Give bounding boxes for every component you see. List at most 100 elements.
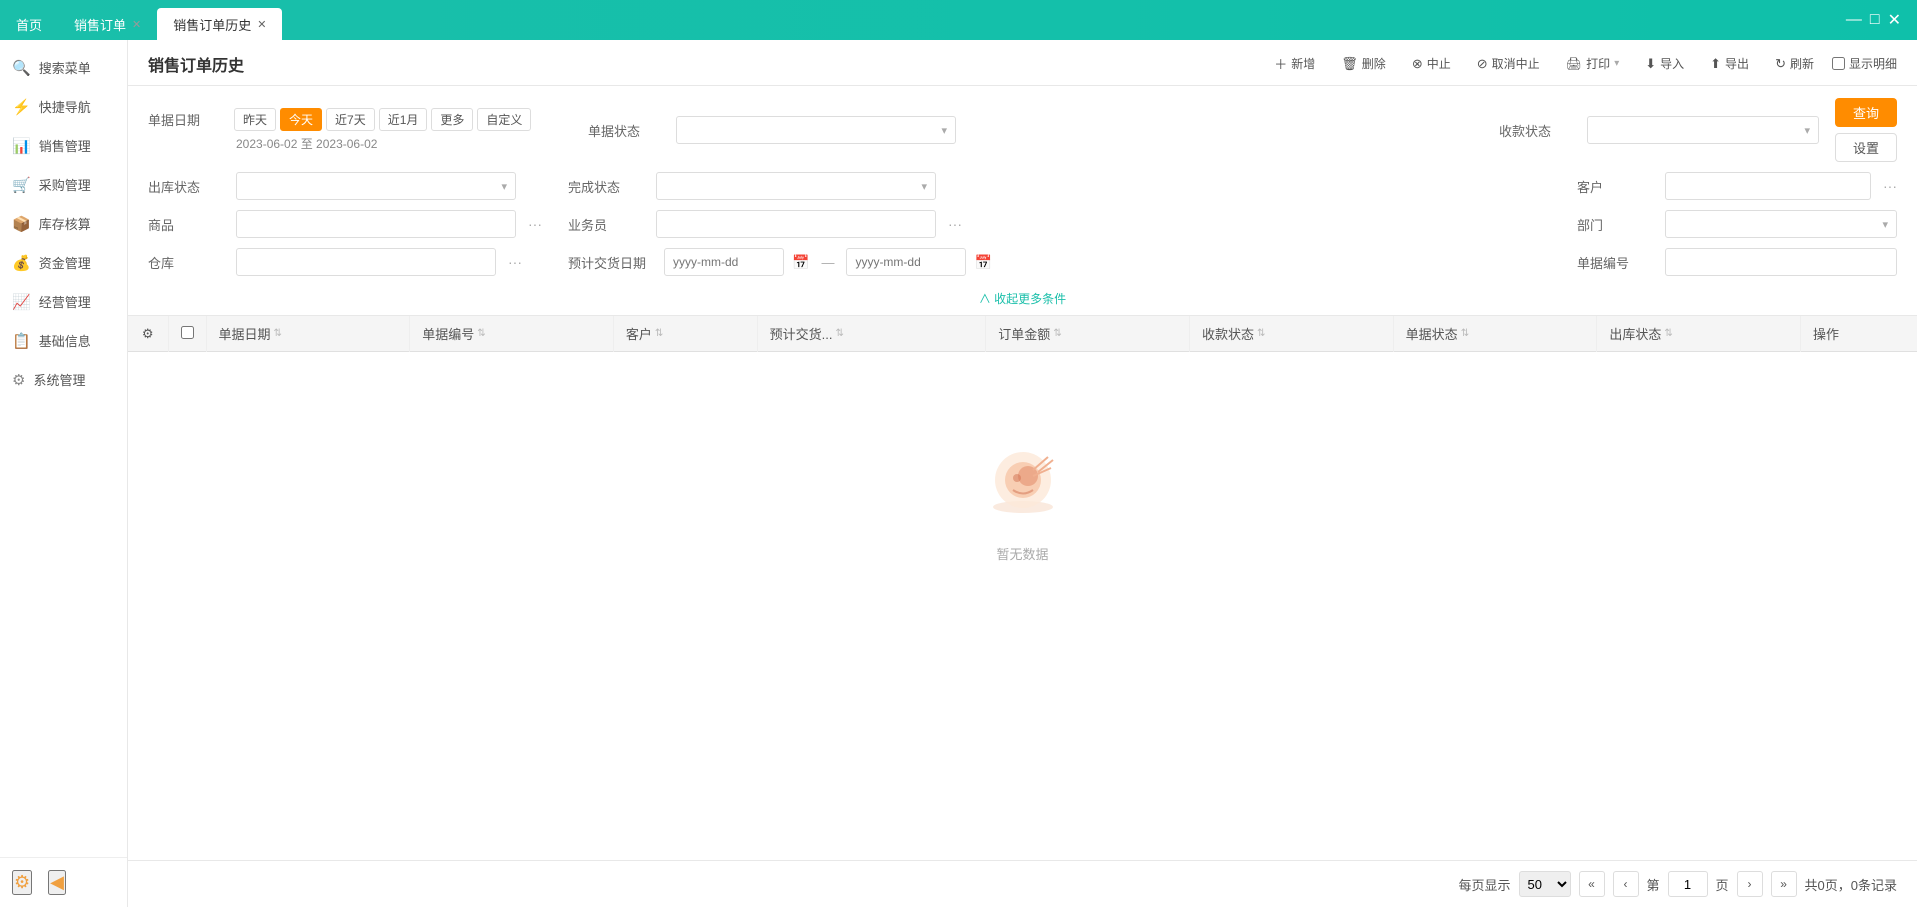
close-btn[interactable]: ✕ [1888,10,1901,30]
payment-status-chevron: ▾ [1804,124,1810,137]
sidebar-item-inventory[interactable]: 📦 库存核算 [0,204,127,243]
sidebar-item-system[interactable]: ⚙ 系统管理 [0,360,127,399]
minimize-btn[interactable]: — [1846,11,1862,29]
tab-sales-history-close[interactable]: ✕ [257,18,266,31]
quick-nav-icon: ⚡ [12,98,31,116]
new-btn[interactable]: ＋ 新增 [1266,50,1323,77]
settings-cog-icon[interactable]: ⚙ [142,326,154,341]
date-filter-section: 单据日期 昨天 今天 近7天 近1月 更多 自定义 2023-06-02 至 2… [148,108,568,152]
page-title: 销售订单历史 [148,52,244,76]
th-amount[interactable]: 订单金额 ⇅ [986,316,1190,352]
date-more-btn[interactable]: 更多 [431,108,473,131]
th-settings[interactable]: ⚙ [128,316,168,352]
sidebar-item-purchase[interactable]: 🛒 采购管理 [0,165,127,204]
display-detail-label: 显示明细 [1849,55,1897,72]
prev-page-btn[interactable]: ‹ [1613,871,1639,897]
date-1month-btn[interactable]: 近1月 [379,108,428,131]
sidebar-item-operations-label: 经营管理 [39,292,91,311]
maximize-btn[interactable]: □ [1870,11,1880,29]
doc-status-select[interactable]: ▾ [676,116,956,144]
pagination: 每页显示 50 20 100 « ‹ 第 页 › » 共0页，0条记录 [128,860,1917,907]
import-btn[interactable]: ⬇ 导入 [1637,51,1692,76]
doc-status-label: 单据状态 [588,121,668,140]
select-all-checkbox[interactable] [181,326,194,339]
complete-status-select[interactable]: ▾ [656,172,936,200]
sidebar-item-quick-nav[interactable]: ⚡ 快捷导航 [0,87,127,126]
export-label: 导出 [1725,55,1749,72]
salesperson-input[interactable] [656,210,936,238]
tab-sales-history[interactable]: 销售订单历史 ✕ [157,8,282,40]
th-doc-no[interactable]: 单据编号 ⇅ [410,316,614,352]
dept-label: 部门 [1577,215,1657,234]
sidebar-item-sales-label: 销售管理 [39,136,91,155]
export-icon: ⬆ [1710,56,1721,72]
display-detail-checkbox[interactable]: 显示明细 [1832,55,1897,72]
th-doc-status[interactable]: 单据状态 ⇅ [1393,316,1597,352]
payment-status-select[interactable]: ▾ [1587,116,1819,144]
settings-btn[interactable]: 设置 [1835,133,1897,162]
th-checkbox[interactable] [168,316,206,352]
collapse-bar[interactable]: ∧ 收起更多条件 [148,286,1897,307]
sidebar-item-purchase-label: 采购管理 [39,175,91,194]
date-yesterday-btn[interactable]: 昨天 [234,108,276,131]
customer-input[interactable] [1665,172,1871,200]
dept-select[interactable]: ▾ [1665,210,1897,238]
cal-end-icon[interactable]: 📅 [974,254,991,271]
refresh-btn[interactable]: ↻ 刷新 [1767,51,1822,76]
date-custom-btn[interactable]: 自定义 [477,108,531,131]
th-date[interactable]: 单据日期 ⇅ [206,316,410,352]
warehouse-input[interactable] [236,248,496,276]
sidebar-item-operations[interactable]: 📈 经营管理 [0,282,127,321]
sidebar-item-basic-info[interactable]: 📋 基础信息 [0,321,127,360]
th-payment-status[interactable]: 收款状态 ⇅ [1189,316,1393,352]
date-sep: — [821,255,834,270]
next-page-btn[interactable]: › [1737,871,1763,897]
filter-area: 单据日期 昨天 今天 近7天 近1月 更多 自定义 2023-06-02 至 2… [128,86,1917,316]
stop-btn[interactable]: ⊗ 中止 [1404,51,1459,76]
date-today-btn[interactable]: 今天 [280,108,322,131]
warehouse-more-btn[interactable]: ··· [508,254,522,270]
last-page-btn[interactable]: » [1771,871,1797,897]
date-7days-btn[interactable]: 近7天 [326,108,375,131]
tab-sales-order-close[interactable]: ✕ [132,18,141,31]
th-expected-date[interactable]: 预计交货... ⇅ [757,316,986,352]
sidebar-item-sales[interactable]: 📊 销售管理 [0,126,127,165]
expected-date-start[interactable] [664,248,784,276]
salesperson-more-btn[interactable]: ··· [948,216,962,232]
sidebar-item-search-menu[interactable]: 🔍 搜索菜单 [0,48,127,87]
th-action: 操作 [1801,316,1917,352]
per-page-select[interactable]: 50 20 100 [1519,871,1571,897]
print-btn[interactable]: 🖨 打印 ▾ [1558,51,1628,76]
filter-row-4: 仓库 ··· 预计交货日期 📅 — 📅 单据编号 [148,248,1897,276]
data-table: ⚙ 单据日期 ⇅ 单据编号 [128,316,1917,352]
delete-icon: 🗑 [1341,56,1358,72]
table-header-row: ⚙ 单据日期 ⇅ 单据编号 [128,316,1917,352]
query-btn[interactable]: 查询 [1835,98,1897,127]
tab-sales-order[interactable]: 销售订单 ✕ [58,8,157,40]
customer-more-btn[interactable]: ··· [1883,178,1897,194]
th-customer[interactable]: 客户 ⇅ [613,316,757,352]
cal-start-icon[interactable]: 📅 [792,254,809,271]
cancel-stop-btn[interactable]: ⊘ 取消中止 [1469,51,1548,76]
export-btn[interactable]: ⬆ 导出 [1702,51,1757,76]
import-icon: ⬇ [1645,56,1656,72]
expected-date-label: 预计交货日期 [568,253,658,272]
tab-home[interactable]: 首页 [0,8,58,40]
sidebar-item-finance[interactable]: 💰 资金管理 [0,243,127,282]
expected-date-end[interactable] [846,248,966,276]
first-page-btn[interactable]: « [1579,871,1605,897]
delete-btn[interactable]: 🗑 删除 [1333,51,1394,76]
sidebar-settings-btn[interactable]: ⚙ [12,870,32,895]
doc-no-input[interactable] [1665,248,1897,276]
product-input[interactable] [236,210,516,238]
sidebar-collapse-btn[interactable]: ◀ [48,870,66,895]
product-more-btn[interactable]: ··· [528,216,542,232]
refresh-label: 刷新 [1790,55,1814,72]
page-input[interactable] [1668,871,1708,897]
complete-status-label: 完成状态 [568,177,648,196]
th-ship-status[interactable]: 出库状态 ⇅ [1597,316,1801,352]
sidebar-item-system-label: 系统管理 [33,370,85,389]
display-detail-input[interactable] [1832,57,1845,70]
ship-status-select[interactable]: ▾ [236,172,516,200]
top-bar: 首页 销售订单 ✕ 销售订单历史 ✕ — □ ✕ [0,0,1917,40]
